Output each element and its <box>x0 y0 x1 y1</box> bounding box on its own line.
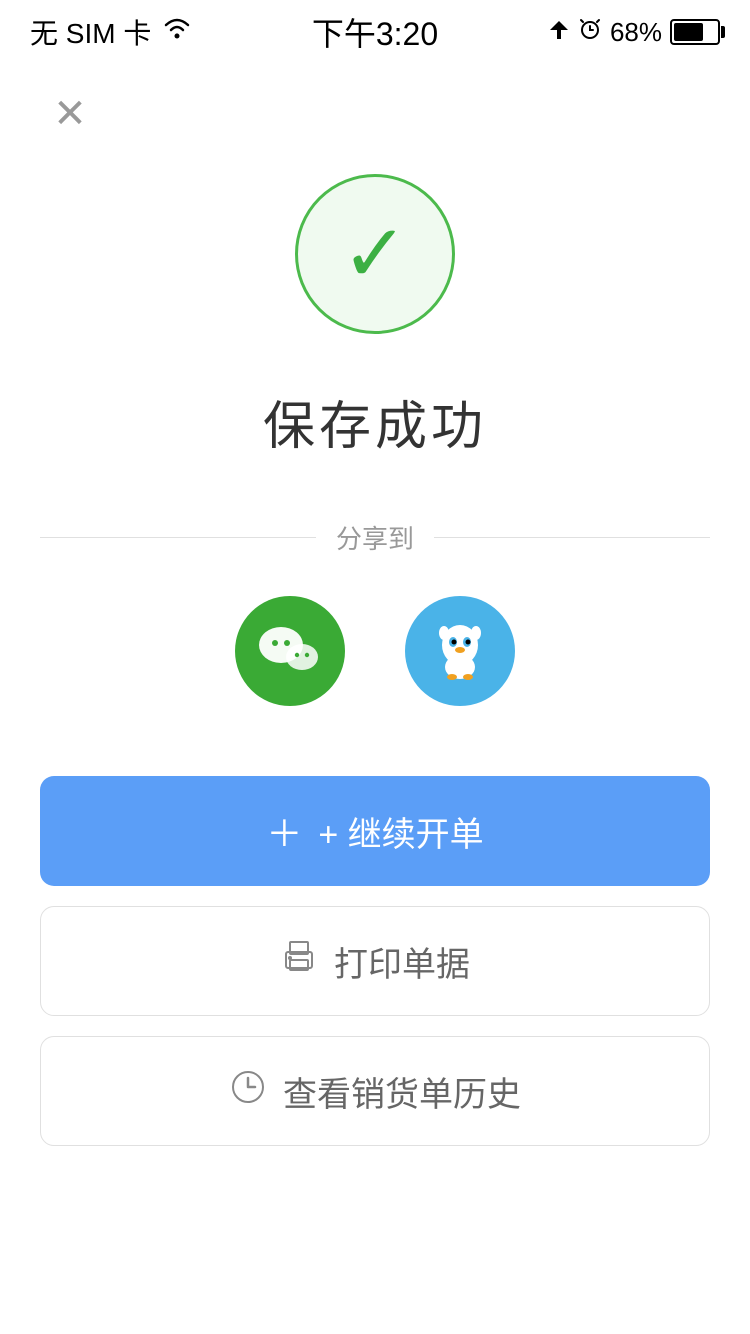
share-icons <box>235 596 515 706</box>
location-icon <box>548 17 570 48</box>
status-bar: 无 SIM 卡 下午3:20 68% <box>0 0 750 64</box>
print-button[interactable]: 打印单据 <box>40 906 710 1016</box>
no-sim-text: 无 SIM 卡 <box>30 12 151 52</box>
close-button[interactable]: ✕ <box>40 84 100 144</box>
action-buttons: ＋ + 继续开单 打印单据 查看销货单历 <box>40 776 710 1146</box>
print-icon <box>280 940 318 983</box>
battery-icon <box>670 19 720 45</box>
share-divider: 分享到 <box>40 519 710 556</box>
history-label: 查看销货单历史 <box>283 1067 521 1116</box>
main-content: ✕ ✓ 保存成功 分享到 <box>0 64 750 1166</box>
qq-icon <box>426 617 494 685</box>
alarm-icon <box>578 17 602 48</box>
status-left: 无 SIM 卡 <box>30 12 193 52</box>
success-circle: ✓ <box>295 174 455 334</box>
status-time: 下午3:20 <box>312 9 438 55</box>
continue-button[interactable]: ＋ + 继续开单 <box>40 776 710 886</box>
qq-share-button[interactable] <box>405 596 515 706</box>
checkmark-icon: ✓ <box>341 214 408 294</box>
history-icon <box>229 1068 267 1115</box>
battery-fill <box>674 23 703 41</box>
wechat-share-button[interactable] <box>235 596 345 706</box>
continue-label: + 继续开单 <box>318 807 483 856</box>
status-right: 68% <box>548 17 720 48</box>
history-button[interactable]: 查看销货单历史 <box>40 1036 710 1146</box>
share-label: 分享到 <box>336 519 414 556</box>
divider-line-left <box>40 537 316 538</box>
continue-icon: ＋ <box>266 805 302 857</box>
close-icon: ✕ <box>53 94 87 134</box>
divider-line-right <box>434 537 710 538</box>
wifi-icon <box>161 17 193 48</box>
print-label: 打印单据 <box>334 937 470 986</box>
success-title: 保存成功 <box>263 384 487 459</box>
wechat-icon <box>255 621 325 681</box>
battery-percent: 68% <box>610 17 662 48</box>
